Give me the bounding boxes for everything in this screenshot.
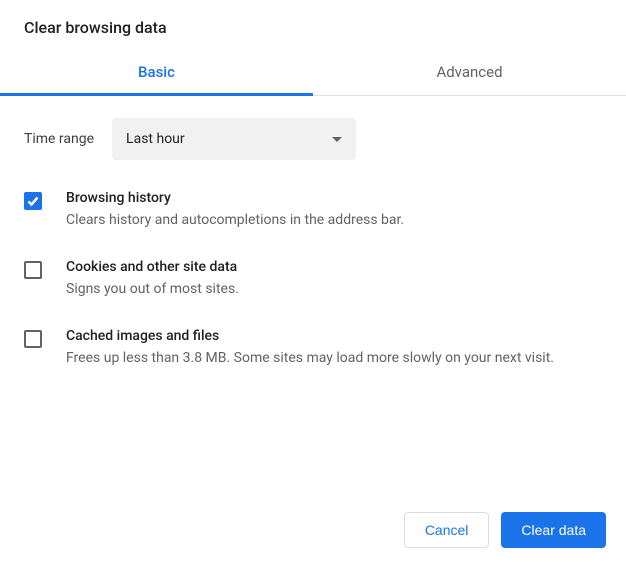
clear-browsing-data-dialog: Clear browsing data Basic Advanced Time … bbox=[0, 0, 626, 566]
clear-data-button-label: Clear data bbox=[521, 522, 586, 538]
option-cookies: Cookies and other site data Signs you ou… bbox=[24, 259, 602, 300]
dialog-title: Clear browsing data bbox=[0, 0, 626, 51]
tab-advanced-label: Advanced bbox=[436, 63, 502, 81]
option-cache: Cached images and files Frees up less th… bbox=[24, 328, 602, 369]
time-range-value: Last hour bbox=[126, 131, 185, 147]
option-desc: Signs you out of most sites. bbox=[66, 279, 239, 300]
option-title: Cached images and files bbox=[66, 328, 554, 344]
cancel-button-label: Cancel bbox=[425, 522, 469, 538]
checkbox-cache[interactable] bbox=[24, 330, 42, 348]
tabs: Basic Advanced bbox=[0, 51, 626, 96]
checkmark-icon bbox=[27, 195, 39, 207]
time-range-row: Time range Last hour bbox=[24, 118, 602, 160]
option-title: Cookies and other site data bbox=[66, 259, 239, 275]
option-desc: Clears history and autocompletions in th… bbox=[66, 210, 404, 231]
dialog-footer: Cancel Clear data bbox=[0, 496, 626, 566]
dialog-content: Time range Last hour Browsing history Cl… bbox=[0, 96, 626, 496]
tab-basic[interactable]: Basic bbox=[0, 51, 313, 95]
time-range-label: Time range bbox=[24, 131, 94, 147]
option-title: Browsing history bbox=[66, 190, 404, 206]
checkbox-browsing-history[interactable] bbox=[24, 192, 42, 210]
checkbox-cookies[interactable] bbox=[24, 261, 42, 279]
option-text: Cached images and files Frees up less th… bbox=[66, 328, 554, 369]
cancel-button[interactable]: Cancel bbox=[404, 512, 490, 548]
option-text: Browsing history Clears history and auto… bbox=[66, 190, 404, 231]
chevron-down-icon bbox=[332, 137, 342, 142]
option-browsing-history: Browsing history Clears history and auto… bbox=[24, 190, 602, 231]
option-text: Cookies and other site data Signs you ou… bbox=[66, 259, 239, 300]
clear-data-button[interactable]: Clear data bbox=[501, 512, 606, 548]
time-range-select[interactable]: Last hour bbox=[112, 118, 356, 160]
tab-advanced[interactable]: Advanced bbox=[313, 51, 626, 95]
tab-basic-label: Basic bbox=[138, 63, 175, 81]
option-desc: Frees up less than 3.8 MB. Some sites ma… bbox=[66, 348, 554, 369]
